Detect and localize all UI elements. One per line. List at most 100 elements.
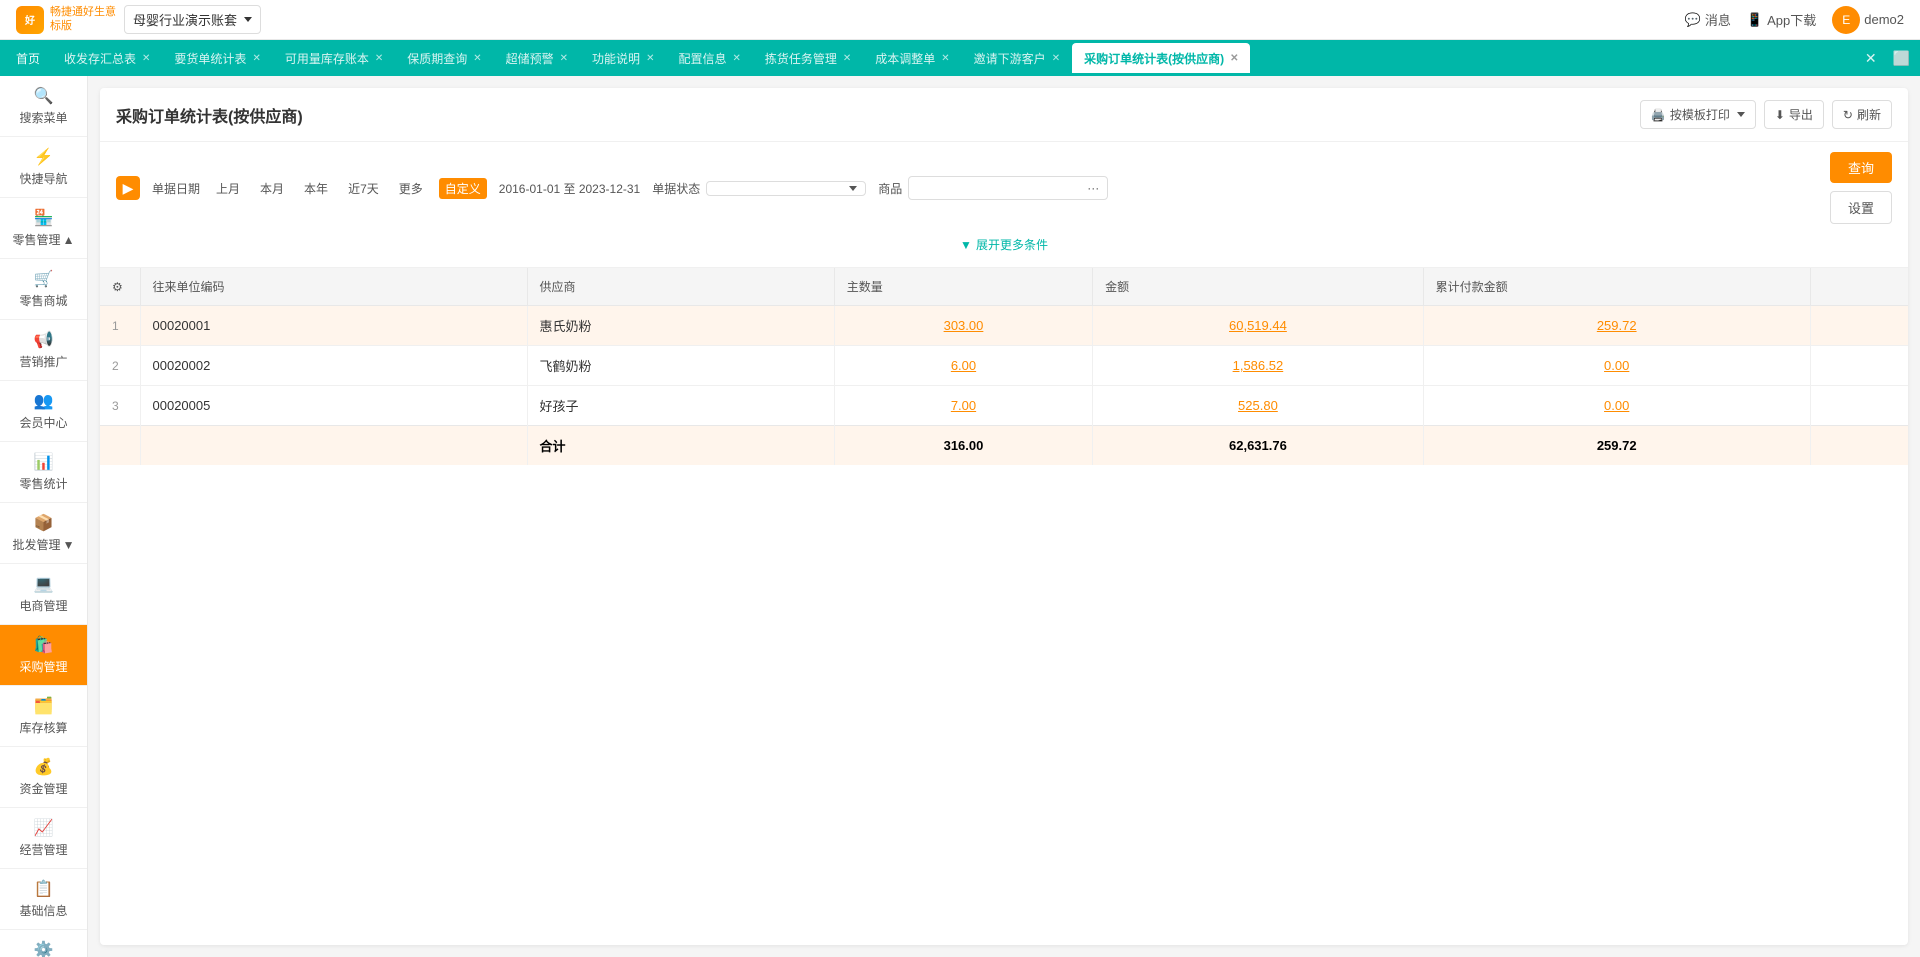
row-amount[interactable]: 525.80 <box>1093 386 1424 426</box>
tab-caigou-active[interactable]: 采购订单统计表(按供应商) ✕ <box>1072 43 1250 73</box>
sidebar-item-search[interactable]: 🔍 搜索菜单 <box>0 76 87 137</box>
row-quantity[interactable]: 6.00 <box>834 346 1092 386</box>
top-bar-right: 💬 消息 📱 App下载 E demo2 <box>1685 6 1904 34</box>
row-paid[interactable]: 0.00 <box>1423 346 1810 386</box>
expand-icon: ▼ <box>960 238 972 252</box>
tab-home[interactable]: 首页 <box>4 43 52 73</box>
app-download-button[interactable]: 📱 App下载 <box>1747 10 1816 29</box>
workspace-selector[interactable]: 母婴行业演示账套 <box>124 5 261 34</box>
mall-icon: 🛒 <box>34 269 54 289</box>
th-empty <box>1810 268 1908 306</box>
close-icon[interactable]: ✕ <box>732 53 740 64</box>
close-icon[interactable]: ✕ <box>646 53 654 64</box>
row-quantity[interactable]: 7.00 <box>834 386 1092 426</box>
close-icon[interactable]: ✕ <box>941 53 949 64</box>
sidebar-item-member[interactable]: 👥 会员中心 <box>0 381 87 442</box>
sidebar-item-quicknav[interactable]: ⚡ 快捷导航 <box>0 137 87 198</box>
goods-input[interactable]: ··· <box>908 176 1108 200</box>
date-shortcut-more[interactable]: 更多 <box>395 178 427 199</box>
tab-peizhi[interactable]: 配置信息 ✕ <box>666 43 752 73</box>
finance-icon: 💰 <box>34 757 54 777</box>
row-quantity[interactable]: 303.00 <box>834 306 1092 346</box>
sidebar-item-inventory[interactable]: 🗂️ 库存核算 <box>0 686 87 747</box>
close-icon[interactable]: ✕ <box>1230 53 1238 64</box>
tab-yaohuo[interactable]: 要货单统计表 ✕ <box>162 43 272 73</box>
print-icon: 🖨️ <box>1651 108 1666 122</box>
sidebar-item-ecommerce[interactable]: 💻 电商管理 <box>0 564 87 625</box>
system-icon: ⚙️ <box>34 940 54 957</box>
row-amount[interactable]: 1,586.52 <box>1093 346 1424 386</box>
marketing-icon: 📢 <box>34 330 54 350</box>
tab-baozhi[interactable]: 保质期查询 ✕ <box>395 43 493 73</box>
filter-bar: ▶ 单据日期 上月 本月 本年 近7天 更多 自定义 2016-01-01 至 … <box>100 142 1908 268</box>
sidebar-item-finance[interactable]: 💰 资金管理 <box>0 747 87 808</box>
page-header-actions: 🖨️ 按模板打印 ⬇ 导出 ↻ 刷新 <box>1640 100 1892 129</box>
tab-chaoyuchuyujing[interactable]: 超储预警 ✕ <box>494 43 580 73</box>
row-supplier: 好孩子 <box>527 386 834 426</box>
sidebar-item-basic-info[interactable]: 📋 基础信息 <box>0 869 87 930</box>
close-icon[interactable]: ✕ <box>473 53 481 64</box>
sidebar-item-wholesale[interactable]: 📦 批发管理 ▼ <box>0 503 87 564</box>
refresh-button[interactable]: ↻ 刷新 <box>1832 100 1892 129</box>
row-supplier: 飞鹤奶粉 <box>527 346 834 386</box>
member-icon: 👥 <box>34 391 54 411</box>
status-filter-field: 单据状态 <box>652 180 866 197</box>
th-settings[interactable]: ⚙ <box>100 268 140 306</box>
row-amount[interactable]: 60,519.44 <box>1093 306 1424 346</box>
template-print-button[interactable]: 🖨️ 按模板打印 <box>1640 100 1756 129</box>
close-icon[interactable]: ✕ <box>560 53 568 64</box>
tab-gongneng[interactable]: 功能说明 ✕ <box>580 43 666 73</box>
sidebar-item-retail-stats[interactable]: 📊 零售统计 <box>0 442 87 503</box>
app-icon: 📱 <box>1747 12 1763 28</box>
more-icon: ··· <box>1087 181 1099 195</box>
close-icon[interactable]: ✕ <box>142 53 150 64</box>
date-shortcut-last-month[interactable]: 上月 <box>212 178 244 199</box>
retail-icon: 🏪 <box>34 208 54 228</box>
sidebar-item-marketing[interactable]: 📢 营销推广 <box>0 320 87 381</box>
nav-maximize-icon[interactable]: ⬜ <box>1887 48 1916 69</box>
date-shortcut-custom[interactable]: 自定义 <box>439 178 487 199</box>
close-icon[interactable]: ✕ <box>375 53 383 64</box>
tab-jianhuo[interactable]: 拣货任务管理 ✕ <box>753 43 863 73</box>
tab-keyongliang[interactable]: 可用量库存账本 ✕ <box>273 43 395 73</box>
refresh-icon: ↻ <box>1843 108 1853 122</box>
workspace-chevron-icon <box>244 17 252 22</box>
nav-close-icon[interactable]: ✕ <box>1859 48 1883 69</box>
close-icon[interactable]: ✕ <box>1052 53 1060 64</box>
th-code: 往来单位编码 <box>140 268 527 306</box>
date-shortcut-this-year[interactable]: 本年 <box>300 178 332 199</box>
sidebar-item-business[interactable]: 📈 经营管理 <box>0 808 87 869</box>
row-paid[interactable]: 259.72 <box>1423 306 1810 346</box>
message-icon: 💬 <box>1685 12 1701 28</box>
nav-right-buttons: ✕ ⬜ <box>1859 48 1916 69</box>
user-menu[interactable]: E demo2 <box>1832 6 1904 34</box>
tab-yaoqing[interactable]: 邀请下游客户 ✕ <box>962 43 1072 73</box>
sidebar-item-retail-mgmt[interactable]: 🏪 零售管理 ▲ <box>0 198 87 259</box>
close-icon[interactable]: ✕ <box>843 53 851 64</box>
quicknav-icon: ⚡ <box>34 147 54 167</box>
expand-more-button[interactable]: ▼ 展开更多条件 <box>960 236 1048 253</box>
status-select[interactable] <box>706 181 866 196</box>
row-supplier: 惠氏奶粉 <box>527 306 834 346</box>
date-range-value: 2016-01-01 至 2023-12-31 <box>499 180 640 197</box>
page-card: 采购订单统计表(按供应商) 🖨️ 按模板打印 ⬇ 导出 ↻ 刷新 <box>100 88 1908 945</box>
tab-shoufacun[interactable]: 收发存汇总表 ✕ <box>52 43 162 73</box>
message-button[interactable]: 💬 消息 <box>1685 10 1731 29</box>
settings-button[interactable]: 设置 <box>1830 191 1892 224</box>
date-shortcut-7days[interactable]: 近7天 <box>344 178 383 199</box>
close-icon[interactable]: ✕ <box>252 53 260 64</box>
sidebar-item-retail-mall[interactable]: 🛒 零售商城 <box>0 259 87 320</box>
stats-icon: 📊 <box>34 452 54 472</box>
date-shortcut-this-month[interactable]: 本月 <box>256 178 288 199</box>
th-supplier: 供应商 <box>527 268 834 306</box>
export-button[interactable]: ⬇ 导出 <box>1764 100 1824 129</box>
search-button[interactable]: 查询 <box>1830 152 1892 183</box>
sidebar-item-system[interactable]: ⚙️ 系统管理 <box>0 930 87 957</box>
row-paid[interactable]: 0.00 <box>1423 386 1810 426</box>
filter-toggle-button[interactable]: ▶ <box>116 176 140 200</box>
ecommerce-icon: 💻 <box>34 574 54 594</box>
date-label: 单据日期 <box>152 180 200 197</box>
tab-chengben[interactable]: 成本调整单 ✕ <box>863 43 961 73</box>
purchase-icon: 🛍️ <box>34 635 54 655</box>
sidebar-item-purchase[interactable]: 🛍️ 采购管理 <box>0 625 87 686</box>
